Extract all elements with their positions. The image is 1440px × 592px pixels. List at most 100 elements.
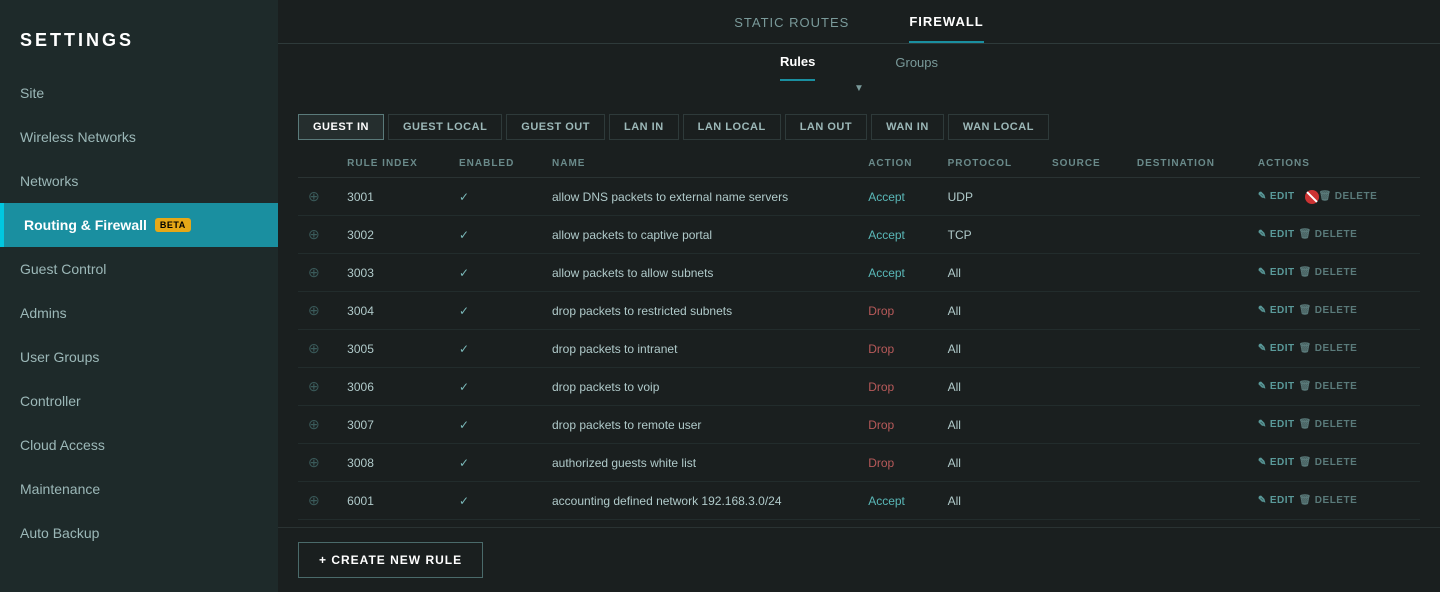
drag-icon: ⊕ <box>308 454 320 470</box>
rule-type-tab-lan-out[interactable]: LAN OUT <box>785 114 867 140</box>
edit-button[interactable]: ✎ EDIT <box>1258 229 1295 240</box>
edit-button[interactable]: ✎ EDIT <box>1258 419 1295 430</box>
top-tab-static-routes[interactable]: STATIC ROUTES <box>734 15 849 42</box>
delete-button[interactable]: 🗑 DELETE <box>1299 381 1358 392</box>
source-cell <box>1042 444 1127 482</box>
table-container: RULE INDEX ENABLED NAME ACTION PROTOCOL … <box>278 140 1440 527</box>
edit-button[interactable]: ✎ EDIT <box>1258 305 1295 316</box>
rule-type-tab-wan-local[interactable]: WAN LOCAL <box>948 114 1049 140</box>
check-icon: ✓ <box>459 190 469 204</box>
drag-handle[interactable]: ⊕ <box>298 216 337 254</box>
edit-button[interactable]: ✎ EDIT <box>1258 457 1295 468</box>
destination-cell <box>1127 444 1248 482</box>
drag-handle[interactable]: ⊕ <box>298 330 337 368</box>
enabled-cell: ✓ <box>449 216 542 254</box>
edit-button[interactable]: ✎ EDIT <box>1258 381 1295 392</box>
create-rule-button[interactable]: + CREATE NEW RULE <box>298 542 483 578</box>
destination-cell <box>1127 216 1248 254</box>
actions-cell: ✎ EDIT 🗑 DELETE <box>1248 406 1420 444</box>
actions-cell: ✎ EDIT 🗑 DELETE <box>1248 254 1420 292</box>
delete-button[interactable]: 🗑 DELETE <box>1299 419 1358 430</box>
enabled-cell: ✓ <box>449 330 542 368</box>
sub-tab-rules[interactable]: Rules <box>780 54 815 81</box>
destination-cell <box>1127 406 1248 444</box>
edit-button[interactable]: ✎ EDIT <box>1258 495 1295 506</box>
drag-icon: ⊕ <box>308 264 320 280</box>
sidebar-item-label: Admins <box>20 305 67 321</box>
action-cell: Accept <box>858 178 937 216</box>
sidebar-item-controller[interactable]: Controller <box>0 379 278 423</box>
name-cell: drop packets to intranet <box>542 330 858 368</box>
sidebar-item-networks[interactable]: Networks <box>0 159 278 203</box>
drag-icon: ⊕ <box>308 340 320 356</box>
beta-badge: BETA <box>155 218 191 232</box>
action-cell: Accept <box>858 482 937 520</box>
sidebar-item-cloud-access[interactable]: Cloud Access <box>0 423 278 467</box>
sidebar-item-user-groups[interactable]: User Groups <box>0 335 278 379</box>
action-cell: Drop <box>858 292 937 330</box>
rule-type-tab-lan-in[interactable]: LAN IN <box>609 114 679 140</box>
drag-handle[interactable]: ⊕ <box>298 406 337 444</box>
delete-button[interactable]: 🗑 DELETE <box>1299 305 1358 316</box>
pencil-icon: ✎ <box>1258 419 1267 430</box>
sidebar-item-auto-backup[interactable]: Auto Backup <box>0 511 278 555</box>
edit-button[interactable]: ✎ EDIT <box>1258 191 1295 202</box>
protocol-cell: All <box>938 482 1042 520</box>
protocol-cell: All <box>938 444 1042 482</box>
sidebar-item-label: Cloud Access <box>20 437 105 453</box>
drag-handle[interactable]: ⊕ <box>298 368 337 406</box>
rule-type-tab-wan-in[interactable]: WAN IN <box>871 114 944 140</box>
source-cell <box>1042 254 1127 292</box>
delete-button[interactable]: 🗑 DELETE <box>1319 191 1378 202</box>
rule-type-tab-guest-in[interactable]: GUEST IN <box>298 114 384 140</box>
block-icon[interactable] <box>1305 190 1319 204</box>
edit-button[interactable]: ✎ EDIT <box>1258 267 1295 278</box>
delete-button[interactable]: 🗑 DELETE <box>1299 267 1358 278</box>
name-cell: accounting defined network 192.168.3.0/2… <box>542 482 858 520</box>
rule-type-tab-guest-out[interactable]: GUEST OUT <box>506 114 605 140</box>
delete-button[interactable]: 🗑 DELETE <box>1299 457 1358 468</box>
drag-handle[interactable]: ⊕ <box>298 254 337 292</box>
sidebar-item-wireless-networks[interactable]: Wireless Networks <box>0 115 278 159</box>
sidebar: SETTINGS SiteWireless NetworksNetworksRo… <box>0 0 278 592</box>
pencil-icon: ✎ <box>1258 457 1267 468</box>
name-cell: allow packets to captive portal <box>542 216 858 254</box>
table-row: ⊕3002 ✓ allow packets to captive portalAcc… <box>298 216 1420 254</box>
rule-type-tabs: GUEST INGUEST LOCALGUEST OUTLAN INLAN LO… <box>278 98 1440 140</box>
sub-tab-groups[interactable]: Groups <box>895 55 938 80</box>
action-cell: Accept <box>858 216 937 254</box>
rule-type-tab-lan-local[interactable]: LAN LOCAL <box>683 114 781 140</box>
check-icon: ✓ <box>459 228 469 242</box>
source-cell <box>1042 292 1127 330</box>
delete-button[interactable]: 🗑 DELETE <box>1299 343 1358 354</box>
check-icon: ✓ <box>459 380 469 394</box>
sidebar-item-guest-control[interactable]: Guest Control <box>0 247 278 291</box>
drag-handle[interactable]: ⊕ <box>298 444 337 482</box>
delete-button[interactable]: 🗑 DELETE <box>1299 229 1358 240</box>
sidebar-item-site[interactable]: Site <box>0 71 278 115</box>
top-tab-firewall[interactable]: FIREWALL <box>909 14 983 43</box>
table-row: ⊕6001✓accounting defined network 192.168… <box>298 482 1420 520</box>
rule-index-cell: 3003 <box>337 254 449 292</box>
sidebar-item-maintenance[interactable]: Maintenance <box>0 467 278 511</box>
rule-type-tab-guest-local[interactable]: GUEST LOCAL <box>388 114 502 140</box>
pencil-icon: ✎ <box>1258 305 1267 316</box>
drag-handle[interactable]: ⊕ <box>298 482 337 520</box>
table-row: ⊕3007✓drop packets to remote userDropAll… <box>298 406 1420 444</box>
check-icon: ✓ <box>459 456 469 470</box>
actions-cell: ✎ EDIT 🗑 DELETE <box>1248 330 1420 368</box>
drag-handle[interactable]: ⊕ <box>298 178 337 216</box>
name-cell: allow packets to allow subnets <box>542 254 858 292</box>
sidebar-item-admins[interactable]: Admins <box>0 291 278 335</box>
destination-cell <box>1127 482 1248 520</box>
rule-index-cell: 3002 <box>337 216 449 254</box>
enabled-cell: ✓ <box>449 254 542 292</box>
trash-icon: 🗑 <box>1319 191 1332 202</box>
sidebar-item-routing-firewall[interactable]: Routing & FirewallBETA <box>0 203 278 247</box>
enabled-cell: ✓ <box>449 292 542 330</box>
drag-handle[interactable]: ⊕ <box>298 292 337 330</box>
delete-button[interactable]: 🗑 DELETE <box>1299 495 1358 506</box>
edit-button[interactable]: ✎ EDIT <box>1258 343 1295 354</box>
trash-icon: 🗑 <box>1299 457 1312 468</box>
sidebar-item-label: Networks <box>20 173 78 189</box>
